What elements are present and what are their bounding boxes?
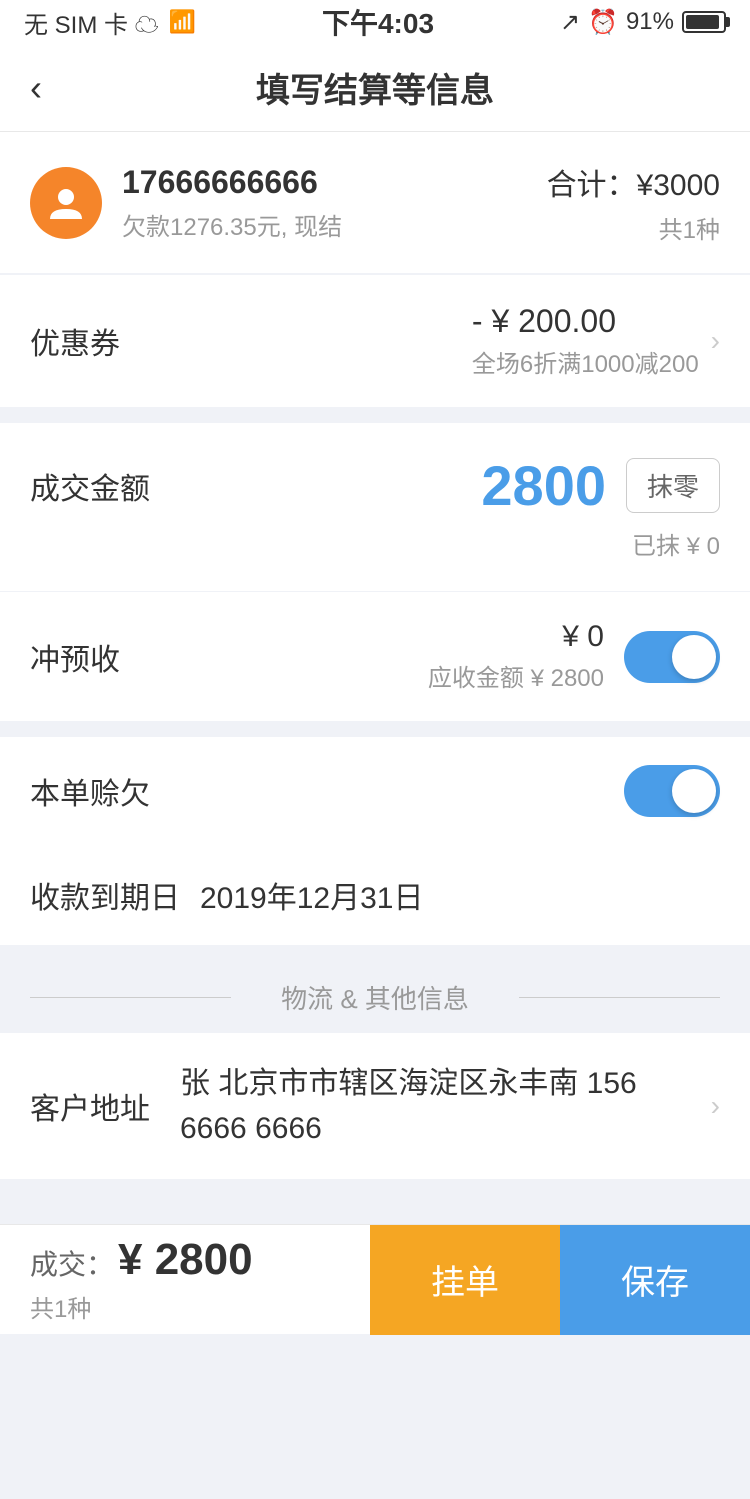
bottom-count: 共1种 (30, 1289, 340, 1324)
alarm-icon: ⏰ (588, 8, 618, 37)
prepaid-label: 冲预收 (30, 635, 120, 679)
customer-left: 17666666666 欠款1276.35元, 现结 (30, 164, 342, 242)
bottom-bar: 成交： ¥ 2800 共1种 挂单 保存 (0, 1224, 750, 1334)
deal-amount-label: 成交金额 (30, 464, 150, 508)
prepaid-toggle[interactable] (624, 631, 720, 683)
prepaid-value-block: ¥ 0 应收金额 ¥ 2800 (428, 620, 604, 693)
coupon-discount: - ¥ 200.00 (472, 303, 699, 340)
coupon-row[interactable]: 优惠券 - ¥ 200.00 全场6折满1000减200 › (0, 275, 750, 407)
prepaid-sub: 应收金额 ¥ 2800 (428, 658, 604, 693)
section-divider-3 (0, 945, 750, 961)
no-sim-text: 无 SIM 卡 ☁ (24, 5, 159, 40)
address-right: › (711, 1090, 720, 1122)
debt-toggle[interactable] (624, 765, 720, 817)
customer-card: 17666666666 欠款1276.35元, 现结 合计：¥3000 共1种 (0, 132, 750, 273)
customer-right: 合计：¥3000 共1种 (547, 160, 720, 245)
logistics-line-right (519, 997, 720, 998)
address-value: 张 北京市市辖区海淀区永丰南 156 6666 6666 (180, 1061, 711, 1151)
deal-section: 成交金额 2800 抹零 已抹 ¥ 0 (0, 423, 750, 591)
location-icon: ↗ (560, 8, 580, 37)
bottom-summary: 成交： ¥ 2800 共1种 (0, 1235, 370, 1324)
status-right: ↗ ⏰ 91% (560, 8, 726, 37)
deal-row: 成交金额 2800 抹零 (30, 453, 720, 518)
status-bar: 无 SIM 卡 ☁ 📶 下午4:03 ↗ ⏰ 91% (0, 0, 750, 44)
round-button[interactable]: 抹零 (626, 458, 720, 513)
chevron-right-icon: › (711, 325, 720, 357)
status-time: 下午4:03 (322, 2, 434, 42)
total-count: 共1种 (547, 210, 720, 245)
save-button[interactable]: 保存 (560, 1225, 750, 1335)
debt-toggle-knob (672, 769, 716, 813)
customer-debt: 欠款1276.35元, 现结 (122, 207, 342, 242)
battery-icon (682, 11, 726, 33)
due-date-label: 收款到期日 (30, 873, 180, 917)
debt-row: 本单赊欠 (0, 737, 750, 845)
logistics-header: 物流 & 其他信息 (0, 961, 750, 1033)
logistics-text: 物流 & 其他信息 (281, 979, 469, 1016)
deal-amount-value: 2800 (481, 453, 606, 518)
avatar (30, 167, 102, 239)
bottom-amount: ¥ 2800 (118, 1235, 253, 1285)
toggle-knob (672, 635, 716, 679)
page-title: 填写结算等信息 (256, 63, 494, 112)
deal-right: 2800 抹零 (481, 453, 720, 518)
status-left: 无 SIM 卡 ☁ 📶 (24, 5, 196, 40)
customer-phone: 17666666666 (122, 164, 342, 201)
customer-info: 17666666666 欠款1276.35元, 现结 (122, 164, 342, 242)
due-date-row: 收款到期日 2019年12月31日 (0, 845, 750, 945)
back-button[interactable]: ‹ (30, 67, 42, 109)
total-amount: 合计：¥3000 (547, 160, 720, 204)
due-date-value: 2019年12月31日 (200, 873, 423, 917)
prepaid-value: ¥ 0 (428, 620, 604, 654)
bottom-deal-label: 成交： (30, 1243, 114, 1283)
deal-sub: 已抹 ¥ 0 (30, 526, 720, 561)
hold-button[interactable]: 挂单 (370, 1225, 560, 1335)
section-divider-1 (0, 407, 750, 423)
prepaid-right: ¥ 0 应收金额 ¥ 2800 (428, 620, 720, 693)
battery-percent: 91% (626, 8, 674, 36)
nav-bar: ‹ 填写结算等信息 (0, 44, 750, 132)
logistics-line-left (30, 997, 231, 998)
section-divider-2 (0, 721, 750, 737)
address-label: 客户地址 (30, 1084, 150, 1128)
coupon-desc: 全场6折满1000减200 (472, 344, 699, 379)
coupon-label: 优惠券 (30, 319, 120, 363)
prepaid-row: 冲预收 ¥ 0 应收金额 ¥ 2800 (0, 591, 750, 721)
address-row[interactable]: 客户地址 张 北京市市辖区海淀区永丰南 156 6666 6666 › (0, 1033, 750, 1179)
address-chevron-icon: › (711, 1090, 720, 1122)
coupon-right: - ¥ 200.00 全场6折满1000减200 › (472, 303, 720, 379)
wifi-icon: 📶 (169, 9, 196, 35)
debt-label: 本单赊欠 (30, 769, 150, 813)
